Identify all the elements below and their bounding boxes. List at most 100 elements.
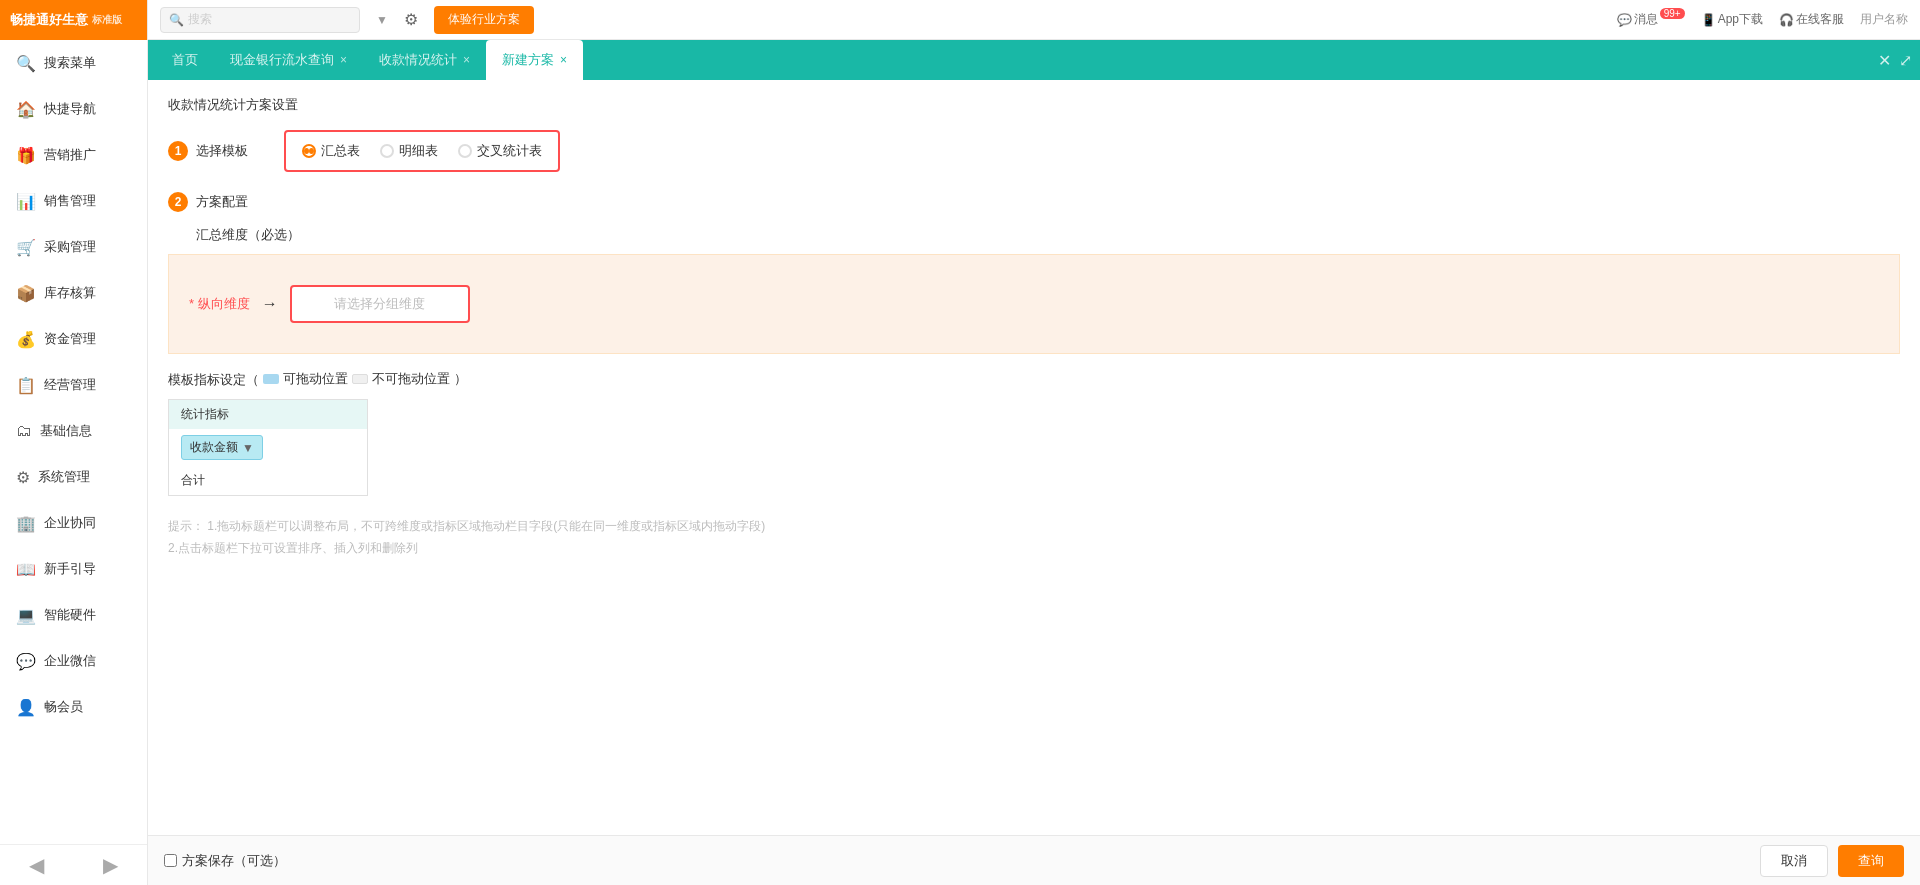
search-icon: 🔍 [16,54,36,73]
sidebar-item-label: 库存核算 [44,284,96,302]
tab-cash-flow-label: 现金银行流水查询 [230,51,334,69]
search-box[interactable]: 🔍 搜索 [160,7,360,33]
folder-icon: 🗂 [16,422,32,440]
search-icon: 🔍 [169,13,184,27]
sidebar-item-label: 销售管理 [44,192,96,210]
sidebar-item-label: 资金管理 [44,330,96,348]
dimension-input[interactable]: 请选择分组维度 [290,285,470,323]
radio-cross-circle [458,144,472,158]
sidebar-expand-icon[interactable]: ▶ [103,853,118,877]
download-icon: 📱 [1701,13,1716,27]
save-checkbox-label[interactable]: 方案保存（可选） [164,852,286,870]
logo-sub: 标准版 [92,13,122,27]
online-service[interactable]: 🎧 在线客服 [1779,11,1844,28]
sidebar-item-smart-hw[interactable]: 💻 智能硬件 [0,592,147,638]
cancel-button[interactable]: 取消 [1760,845,1828,877]
template-radio-group: 汇总表 明细表 交叉统计表 [302,142,542,160]
book-icon: 📖 [16,560,36,579]
template-selection-box: 汇总表 明细表 交叉统计表 [284,130,560,172]
sidebar-item-label: 基础信息 [40,422,92,440]
sidebar-item-search[interactable]: 🔍 搜索菜单 [0,40,147,86]
user-info[interactable]: 用户名称 [1860,11,1908,28]
app-download[interactable]: 📱 App下载 [1701,11,1763,28]
tab-cash-flow-close[interactable]: × [340,53,347,67]
download-label: App下载 [1718,11,1763,28]
logo-text: 畅捷通好生意 [10,11,88,29]
tabbar: 首页 现金银行流水查询 × 收款情况统计 × 新建方案 × ✕ ⤢ [148,40,1920,80]
vertical-dim-label: * 纵向维度 [189,295,250,313]
save-checkbox-input[interactable] [164,854,177,867]
tips-area: 提示： 1.拖动标题栏可以调整布局，不可跨维度或指标区域拖动栏目字段(只能在同一… [168,516,1900,559]
service-icon: 🎧 [1779,13,1794,27]
section2-header: 2 方案配置 [168,192,1900,212]
sidebar-item-guide[interactable]: 📖 新手引导 [0,546,147,592]
dim-arrow-icon: → [262,295,278,313]
tab-home-label: 首页 [172,51,198,69]
metrics-hint-row: 模板指标设定（ 可拖动位置 不可拖动位置 ） [168,370,1900,389]
sidebar-logo: 畅捷通好生意 标准版 [0,0,147,40]
home-icon: 🏠 [16,100,36,119]
topbar-right: 💬 消息 99+ 📱 App下载 🎧 在线客服 用户名称 [1617,11,1908,28]
sidebar-item-quick-nav[interactable]: 🏠 快捷导航 [0,86,147,132]
sidebar-item-label: 智能硬件 [44,606,96,624]
page-title: 收款情况统计方案设置 [168,96,1900,114]
sidebar-item-label: 新手引导 [44,560,96,578]
tab-new-plan-label: 新建方案 [502,51,554,69]
sidebar-collapse-icon[interactable]: ◀ [29,853,44,877]
sidebar-item-finance[interactable]: 💰 资金管理 [0,316,147,362]
settings-icon[interactable]: ⚙ [404,10,418,29]
chevron-down-icon: ▼ [242,441,254,455]
dimension-section-label: 汇总维度（必选） [196,226,1900,244]
radio-summary-label: 汇总表 [321,142,360,160]
tab-collection-stats-label: 收款情况统计 [379,51,457,69]
sidebar-item-label: 采购管理 [44,238,96,256]
sidebar-item-label: 经营管理 [44,376,96,394]
tabbar-controls: ✕ ⤢ [1878,51,1912,70]
sidebar-bottom: ◀ ▶ [0,844,147,885]
tab-cash-flow[interactable]: 现金银行流水查询 × [214,40,363,80]
sidebar-item-operations[interactable]: 📋 经营管理 [0,362,147,408]
tab-home[interactable]: 首页 [156,40,214,80]
chat-icon: 💬 [16,652,36,671]
radio-detail[interactable]: 明细表 [380,142,438,160]
clipboard-icon: 📋 [16,376,36,395]
sidebar-item-purchase[interactable]: 🛒 采购管理 [0,224,147,270]
radio-cross[interactable]: 交叉统计表 [458,142,542,160]
metrics-tag[interactable]: 收款金额 ▼ [181,435,263,460]
tab-collection-stats[interactable]: 收款情况统计 × [363,40,486,80]
radio-detail-circle [380,144,394,158]
metrics-table-header: 统计指标 [169,400,367,429]
maximize-icon[interactable]: ⤢ [1899,51,1912,70]
query-button[interactable]: 查询 [1838,845,1904,877]
gift-icon: 🎁 [16,146,36,165]
message-icon: 💬 [1617,13,1632,27]
section2-number: 2 [168,192,188,212]
sidebar-item-basic-info[interactable]: 🗂 基础信息 [0,408,147,454]
close-all-icon[interactable]: ✕ [1878,51,1891,70]
sidebar-item-label: 企业协同 [44,514,96,532]
sidebar-item-marketing[interactable]: 🎁 营销推广 [0,132,147,178]
tab-new-plan-close[interactable]: × [560,53,567,67]
sidebar-item-system[interactable]: ⚙ 系统管理 [0,454,147,500]
sidebar-item-wechat[interactable]: 💬 企业微信 [0,638,147,684]
metrics-tag-cell: 收款金额 ▼ [169,429,367,466]
building-icon: 🏢 [16,514,36,533]
radio-summary[interactable]: 汇总表 [302,142,360,160]
sidebar-item-inventory[interactable]: 📦 库存核算 [0,270,147,316]
industry-solution-button[interactable]: 体验行业方案 [434,6,534,34]
tab-collection-stats-close[interactable]: × [463,53,470,67]
content-inner: 收款情况统计方案设置 1 选择模板 汇总表 [148,80,1920,835]
metrics-table: 统计指标 收款金额 ▼ 合计 [168,399,368,496]
chevron-down-icon[interactable]: ▼ [376,13,388,27]
tab-new-plan[interactable]: 新建方案 × [486,40,583,80]
message-label: 消息 [1634,11,1658,28]
sidebar-item-enterprise[interactable]: 🏢 企业协同 [0,500,147,546]
message-area[interactable]: 💬 消息 99+ [1617,11,1685,28]
sidebar-item-member[interactable]: 👤 畅会员 [0,684,147,730]
sidebar-item-label: 企业微信 [44,652,96,670]
box-icon: 📦 [16,284,36,303]
chart-icon: 📊 [16,192,36,211]
sidebar-item-sales[interactable]: 📊 销售管理 [0,178,147,224]
search-placeholder: 搜索 [188,11,212,28]
content-area: 收款情况统计方案设置 1 选择模板 汇总表 [148,80,1920,835]
